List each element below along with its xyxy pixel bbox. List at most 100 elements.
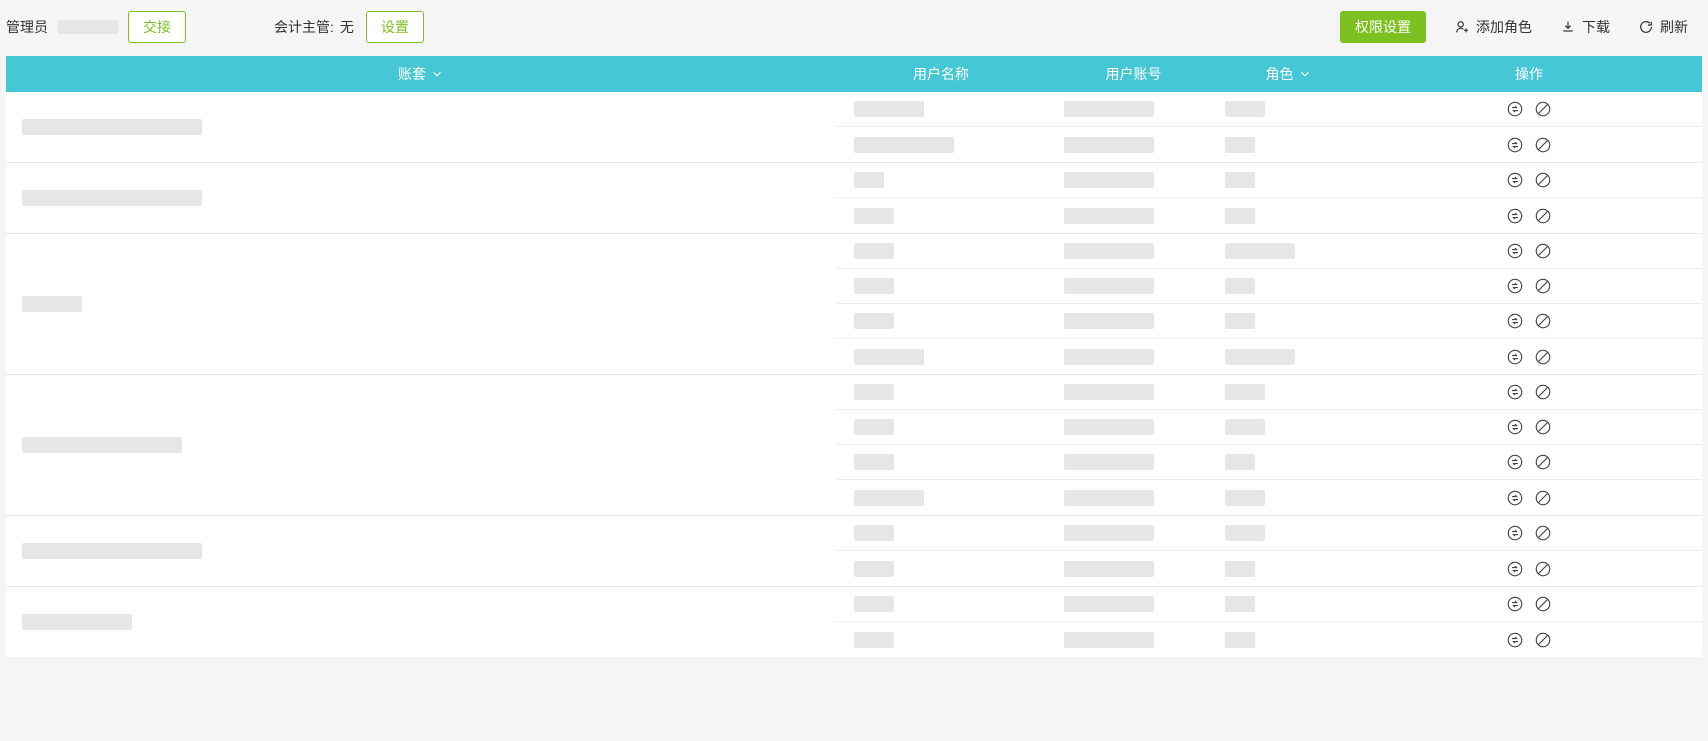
cell-username xyxy=(836,454,1046,470)
handover-button[interactable]: 交接 xyxy=(128,11,186,43)
cell-user-account xyxy=(1046,101,1221,117)
transfer-button[interactable] xyxy=(1506,348,1524,366)
cell-username xyxy=(836,632,1046,648)
forbid-button[interactable] xyxy=(1534,171,1552,189)
transfer-button[interactable] xyxy=(1506,489,1524,507)
forbid-button[interactable] xyxy=(1534,277,1552,295)
cell-user-account xyxy=(1046,243,1221,259)
cell-role xyxy=(1221,561,1356,577)
cell-role xyxy=(1221,525,1356,541)
redacted-value xyxy=(1225,101,1265,117)
redacted-admin-value xyxy=(58,20,118,34)
forbid-button[interactable] xyxy=(1534,207,1552,225)
cell-operations xyxy=(1356,171,1702,189)
forbid-button[interactable] xyxy=(1534,100,1552,118)
table-header-row: 账套 用户名称 用户账号 角色 操作 xyxy=(6,56,1702,92)
chevron-down-icon xyxy=(1298,67,1312,81)
column-header-operations-label: 操作 xyxy=(1515,64,1543,84)
table-row xyxy=(6,375,1702,516)
permission-settings-button[interactable]: 权限设置 xyxy=(1340,11,1426,43)
cell-user-account xyxy=(1046,632,1221,648)
refresh-label: 刷新 xyxy=(1660,17,1688,37)
cell-username xyxy=(836,208,1046,224)
forbid-button[interactable] xyxy=(1534,631,1552,649)
add-role-button[interactable]: 添加角色 xyxy=(1454,17,1532,37)
redacted-value xyxy=(1064,313,1154,329)
column-header-accounts-label: 账套 xyxy=(398,64,426,84)
cell-role xyxy=(1221,490,1356,506)
sub-row xyxy=(836,198,1702,233)
cell-username xyxy=(836,278,1046,294)
settings-button[interactable]: 设置 xyxy=(366,11,424,43)
cell-username xyxy=(836,172,1046,188)
column-header-role[interactable]: 角色 xyxy=(1221,56,1356,92)
cell-username xyxy=(836,313,1046,329)
redacted-value xyxy=(1064,419,1154,435)
redacted-value xyxy=(1225,525,1265,541)
forbid-button[interactable] xyxy=(1534,348,1552,366)
cell-operations xyxy=(1356,595,1702,613)
transfer-button[interactable] xyxy=(1506,312,1524,330)
transfer-button[interactable] xyxy=(1506,171,1524,189)
cell-username xyxy=(836,419,1046,435)
transfer-button[interactable] xyxy=(1506,277,1524,295)
table-body[interactable] xyxy=(6,92,1702,657)
cell-accounts xyxy=(6,92,836,162)
forbid-button[interactable] xyxy=(1534,560,1552,578)
cell-operations xyxy=(1356,524,1702,542)
transfer-button[interactable] xyxy=(1506,383,1524,401)
transfer-button[interactable] xyxy=(1506,100,1524,118)
redacted-value xyxy=(1064,172,1154,188)
sub-row xyxy=(836,587,1702,622)
forbid-button[interactable] xyxy=(1534,453,1552,471)
sub-row xyxy=(836,234,1702,269)
forbid-button[interactable] xyxy=(1534,136,1552,154)
cell-user-account xyxy=(1046,490,1221,506)
admin-label: 管理员 xyxy=(6,17,48,37)
download-button[interactable]: 下载 xyxy=(1560,17,1610,37)
cell-role xyxy=(1221,454,1356,470)
cell-accounts xyxy=(6,587,836,657)
forbid-button[interactable] xyxy=(1534,242,1552,260)
refresh-button[interactable]: 刷新 xyxy=(1638,17,1688,37)
cell-operations xyxy=(1356,136,1702,154)
cell-user-account xyxy=(1046,596,1221,612)
table-row xyxy=(6,234,1702,375)
transfer-button[interactable] xyxy=(1506,453,1524,471)
redacted-value xyxy=(1225,632,1255,648)
transfer-button[interactable] xyxy=(1506,560,1524,578)
transfer-button[interactable] xyxy=(1506,242,1524,260)
cell-username xyxy=(836,137,1046,153)
transfer-button[interactable] xyxy=(1506,631,1524,649)
cell-user-account xyxy=(1046,278,1221,294)
redacted-value xyxy=(1064,561,1154,577)
transfer-button[interactable] xyxy=(1506,595,1524,613)
redacted-value xyxy=(1064,278,1154,294)
cell-role xyxy=(1221,419,1356,435)
transfer-button[interactable] xyxy=(1506,524,1524,542)
sub-row xyxy=(836,551,1702,586)
redacted-value xyxy=(1225,454,1255,470)
sub-row xyxy=(836,269,1702,304)
forbid-button[interactable] xyxy=(1534,383,1552,401)
cell-operations xyxy=(1356,489,1702,507)
forbid-button[interactable] xyxy=(1534,595,1552,613)
forbid-button[interactable] xyxy=(1534,312,1552,330)
transfer-button[interactable] xyxy=(1506,207,1524,225)
transfer-button[interactable] xyxy=(1506,418,1524,436)
column-header-accounts[interactable]: 账套 xyxy=(6,56,836,92)
transfer-button[interactable] xyxy=(1506,136,1524,154)
redacted-value xyxy=(854,172,884,188)
redacted-value xyxy=(854,454,894,470)
redacted-value xyxy=(22,119,202,135)
redacted-value xyxy=(1064,243,1154,259)
cell-accounts xyxy=(6,375,836,515)
cell-role xyxy=(1221,172,1356,188)
forbid-button[interactable] xyxy=(1534,489,1552,507)
redacted-value xyxy=(1064,525,1154,541)
forbid-button[interactable] xyxy=(1534,418,1552,436)
cell-user-account xyxy=(1046,137,1221,153)
cell-role xyxy=(1221,313,1356,329)
cell-username xyxy=(836,384,1046,400)
forbid-button[interactable] xyxy=(1534,524,1552,542)
